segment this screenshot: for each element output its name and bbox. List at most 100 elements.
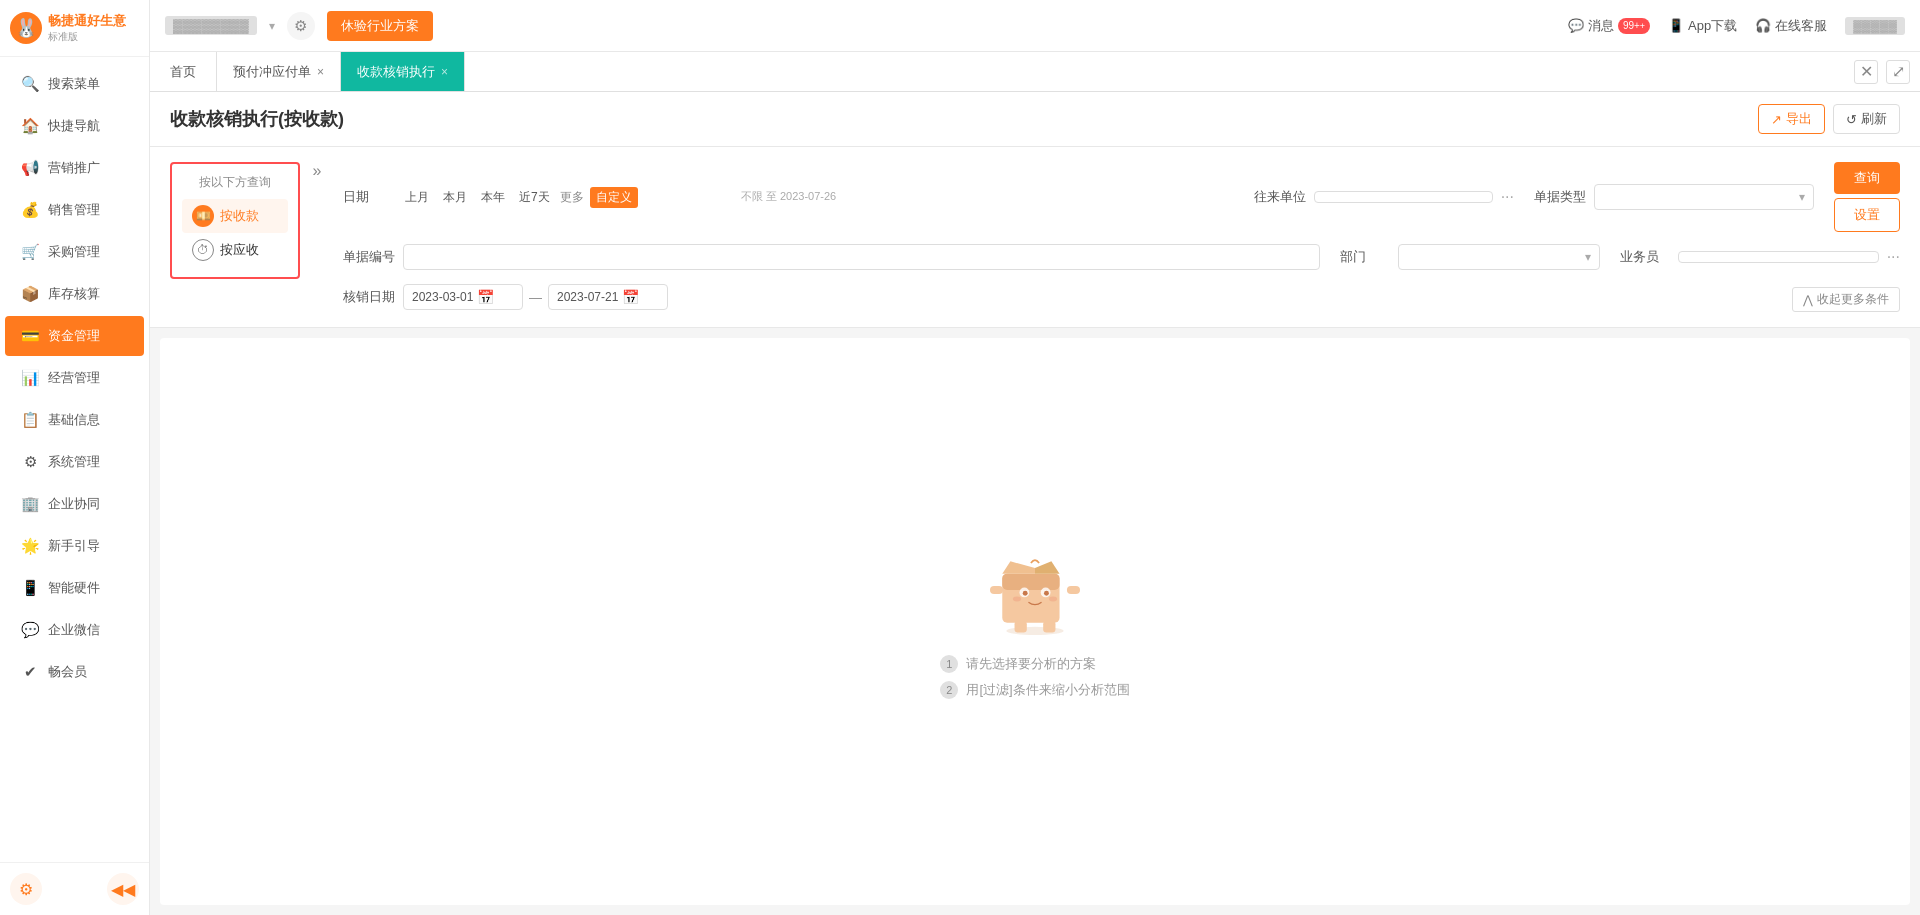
empty-tips: 1 请先选择要分析的方案 2 用[过滤]条件来缩小分析范围 bbox=[940, 655, 1129, 699]
writeoff-date-start[interactable]: 2023-03-01 📅 bbox=[403, 284, 523, 310]
sidebar-item-basic-info[interactable]: 📋 基础信息 bbox=[5, 400, 144, 440]
purchase-icon: 🛒 bbox=[20, 242, 40, 262]
sidebar-item-purchase[interactable]: 🛒 采购管理 bbox=[5, 232, 144, 272]
solution-btn[interactable]: 休验行业方案 bbox=[327, 11, 433, 41]
tip-num-2: 2 bbox=[940, 681, 958, 699]
logo-area: 🐰 畅捷通好生意 标准版 bbox=[0, 0, 149, 57]
online-support-btn[interactable]: 🎧 在线客服 bbox=[1755, 17, 1827, 35]
sidebar-item-hardware[interactable]: 📱 智能硬件 bbox=[5, 568, 144, 608]
expand-tab-btn[interactable]: ⤢ bbox=[1886, 60, 1910, 84]
filter-by-receivable[interactable]: ⏱ 按应收 bbox=[182, 233, 288, 267]
shortcut-this-month[interactable]: 本月 bbox=[439, 187, 471, 208]
sidebar: 🐰 畅捷通好生意 标准版 🔍 搜索菜单 🏠 快捷导航 📢 营销推广 💰 销售管理… bbox=[0, 0, 150, 915]
date-label: 日期 bbox=[343, 188, 393, 206]
tab-prepay-label: 预付冲应付单 bbox=[233, 63, 311, 81]
shortcut-custom[interactable]: 自定义 bbox=[590, 187, 638, 208]
sidebar-item-quick-nav[interactable]: 🏠 快捷导航 bbox=[5, 106, 144, 146]
sidebar-item-sales[interactable]: 💰 销售管理 bbox=[5, 190, 144, 230]
sidebar-item-label: 企业协同 bbox=[48, 495, 100, 513]
system-icon: ⚙ bbox=[20, 452, 40, 472]
tab-prepay[interactable]: 预付冲应付单 × bbox=[217, 52, 341, 91]
writeoff-date-label: 核销日期 bbox=[343, 288, 395, 306]
sidebar-item-label: 企业微信 bbox=[48, 621, 100, 639]
sidebar-item-member[interactable]: ✔ 畅会员 bbox=[5, 652, 144, 692]
sidebar-item-operations[interactable]: 📊 经营管理 bbox=[5, 358, 144, 398]
shortcut-last-month[interactable]: 上月 bbox=[401, 187, 433, 208]
department-select[interactable]: ▾ bbox=[1398, 244, 1600, 270]
page-header-actions: ↗ 导出 ↺ 刷新 bbox=[1758, 104, 1900, 146]
content-area: 收款核销执行(按收款) ↗ 导出 ↺ 刷新 按以下方查询 💴 bbox=[150, 92, 1920, 915]
collapse-sidebar-btn[interactable]: ◀◀ bbox=[107, 873, 139, 905]
sidebar-item-label: 采购管理 bbox=[48, 243, 100, 261]
message-btn[interactable]: 💬 消息 99++ bbox=[1568, 17, 1650, 35]
writeoff-date-end-value: 2023-07-21 bbox=[557, 290, 618, 304]
close-tab-btn[interactable]: ✕ bbox=[1854, 60, 1878, 84]
query-btn[interactable]: 查询 bbox=[1834, 162, 1900, 194]
close-prepay-tab-icon[interactable]: × bbox=[317, 65, 324, 79]
sidebar-item-fund[interactable]: 💳 资金管理 bbox=[5, 316, 144, 356]
collapse-more-area: ⋀ 收起更多条件 bbox=[1792, 282, 1900, 312]
sidebar-item-label: 营销推广 bbox=[48, 159, 100, 177]
svg-rect-2 bbox=[1002, 573, 1059, 589]
filter-row-1: 日期 上月 本月 本年 近7天 更多 自定义 不限 至 2023-07-26 bbox=[343, 162, 1900, 232]
sidebar-item-label: 经营管理 bbox=[48, 369, 100, 387]
sidebar-item-wechat[interactable]: 💬 企业微信 bbox=[5, 610, 144, 650]
document-number-label: 单据编号 bbox=[343, 248, 395, 266]
empty-tip-1: 1 请先选择要分析的方案 bbox=[940, 655, 1129, 673]
app-icon: 📱 bbox=[1668, 18, 1684, 33]
export-btn[interactable]: ↗ 导出 bbox=[1758, 104, 1825, 134]
tip-num-1: 1 bbox=[940, 655, 958, 673]
logo-sub: 标准版 bbox=[48, 30, 126, 43]
sidebar-item-marketing[interactable]: 📢 营销推广 bbox=[5, 148, 144, 188]
chevron-down-icon[interactable]: ▾ bbox=[269, 19, 275, 33]
member-icon: ✔ bbox=[20, 662, 40, 682]
date-hint: 不限 至 2023-07-26 bbox=[741, 189, 836, 204]
sidebar-item-label: 智能硬件 bbox=[48, 579, 100, 597]
document-type-select[interactable]: ▾ bbox=[1594, 184, 1814, 210]
home-icon: 🏠 bbox=[20, 116, 40, 136]
filter-settings-btn[interactable]: 设置 bbox=[1834, 198, 1900, 232]
filter-by-receipt[interactable]: 💴 按收款 bbox=[182, 199, 288, 233]
refresh-btn[interactable]: ↺ 刷新 bbox=[1833, 104, 1900, 134]
calendar-start-icon[interactable]: 📅 bbox=[477, 289, 494, 305]
writeoff-date-range: 2023-03-01 📅 — 2023-07-21 📅 bbox=[403, 284, 668, 310]
shortcut-more[interactable]: 更多 bbox=[560, 189, 584, 206]
close-collect-writeoff-tab-icon[interactable]: × bbox=[441, 65, 448, 79]
settings-bottom-btn[interactable]: ⚙ bbox=[10, 873, 42, 905]
collapse-more-btn[interactable]: ⋀ 收起更多条件 bbox=[1792, 287, 1900, 312]
settings-gear-btn[interactable]: ⚙ bbox=[287, 12, 315, 40]
writeoff-date-end[interactable]: 2023-07-21 📅 bbox=[548, 284, 668, 310]
salesperson-input[interactable] bbox=[1678, 251, 1879, 263]
empty-tip-2: 2 用[过滤]条件来缩小分析范围 bbox=[940, 681, 1129, 699]
sidebar-item-inventory[interactable]: 📦 库存核算 bbox=[5, 274, 144, 314]
brand-name: ▓▓▓▓▓▓▓▓ bbox=[165, 16, 257, 35]
calendar-end-icon[interactable]: 📅 bbox=[622, 289, 639, 305]
tab-home[interactable]: 首页 bbox=[150, 52, 217, 91]
salesperson-more-icon[interactable]: ··· bbox=[1887, 248, 1900, 266]
sidebar-item-system[interactable]: ⚙ 系统管理 bbox=[5, 442, 144, 482]
sidebar-item-guide[interactable]: 🌟 新手引导 bbox=[5, 526, 144, 566]
guide-icon: 🌟 bbox=[20, 536, 40, 556]
shortcut-this-year[interactable]: 本年 bbox=[477, 187, 509, 208]
app-download-btn[interactable]: 📱 App下载 bbox=[1668, 17, 1737, 35]
document-number-input[interactable] bbox=[403, 244, 1320, 270]
sidebar-item-label: 畅会员 bbox=[48, 663, 87, 681]
sidebar-item-search[interactable]: 🔍 搜索菜单 bbox=[5, 64, 144, 104]
receipt-filter-icon: 💴 bbox=[192, 205, 214, 227]
collapse-filter-panel-btn[interactable]: » bbox=[306, 162, 328, 180]
sidebar-item-label: 销售管理 bbox=[48, 201, 100, 219]
sidebar-item-enterprise[interactable]: 🏢 企业协同 bbox=[5, 484, 144, 524]
fund-icon: 💳 bbox=[20, 326, 40, 346]
collapse-more-label: 收起更多条件 bbox=[1817, 291, 1889, 308]
sidebar-item-label: 新手引导 bbox=[48, 537, 100, 555]
logo-text: 畅捷通好生意 标准版 bbox=[48, 13, 126, 43]
shortcut-7days[interactable]: 近7天 bbox=[515, 187, 554, 208]
counterparty-input[interactable] bbox=[1314, 191, 1493, 203]
svg-point-5 bbox=[1023, 590, 1028, 595]
writeoff-date-start-value: 2023-03-01 bbox=[412, 290, 473, 304]
tab-collect-writeoff[interactable]: 收款核销执行 × bbox=[341, 52, 465, 91]
support-icon: 🎧 bbox=[1755, 18, 1771, 33]
filter-by-receipt-label: 按收款 bbox=[220, 207, 259, 225]
message-label: 消息 bbox=[1588, 17, 1614, 35]
counterparty-more-icon[interactable]: ··· bbox=[1501, 188, 1514, 206]
